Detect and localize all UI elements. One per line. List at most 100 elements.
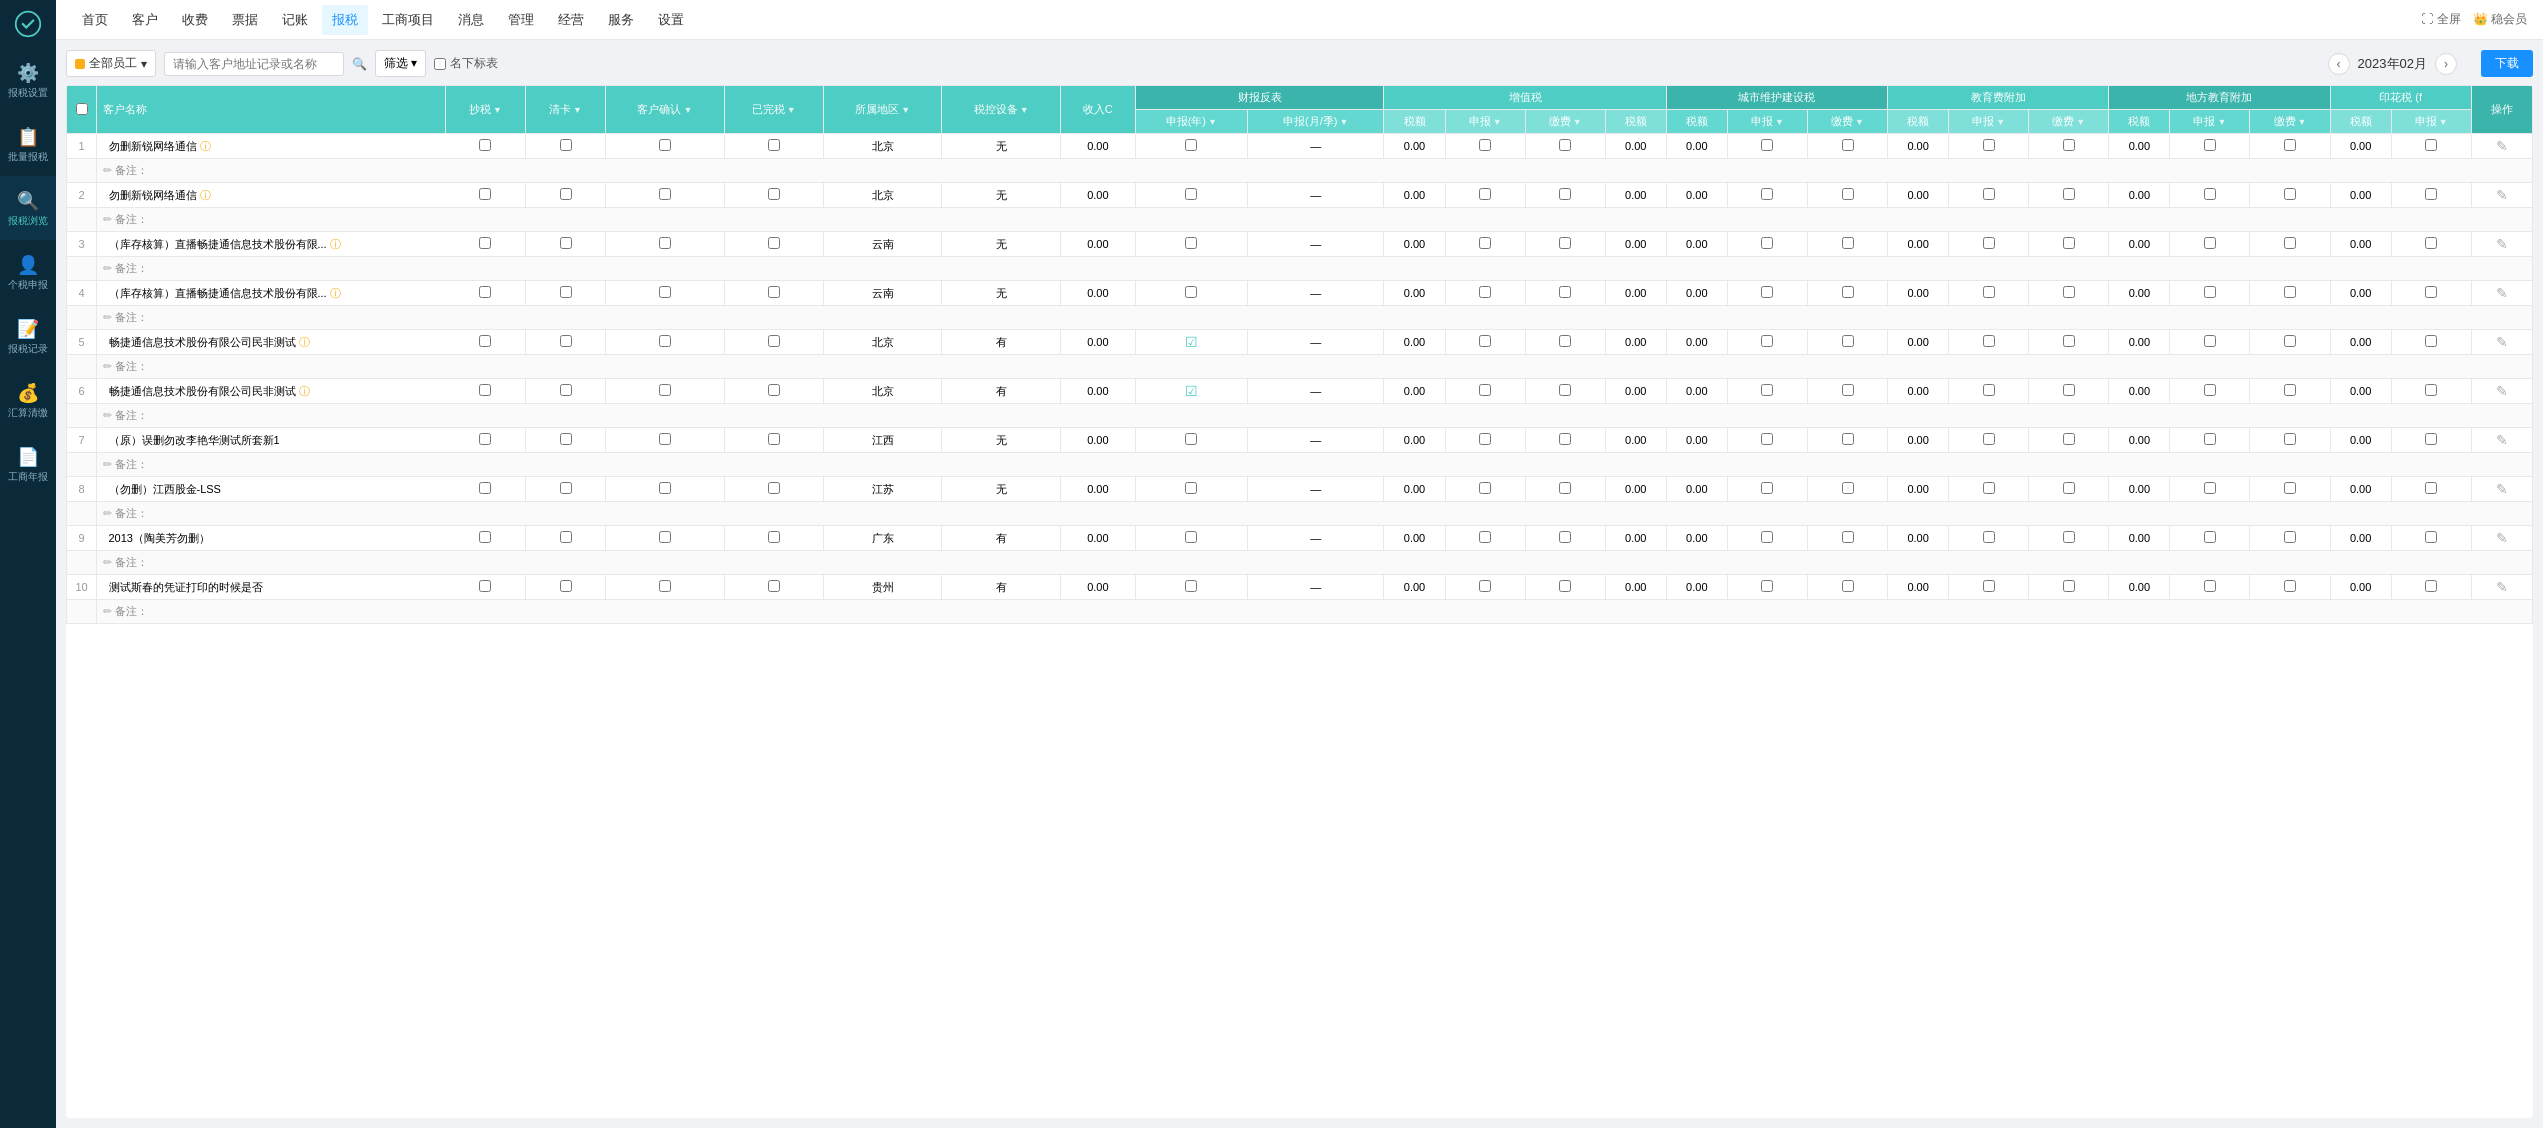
remark-cell[interactable]: ✏ 备注：	[97, 159, 2533, 183]
caibao-year-cell[interactable]	[1135, 575, 1247, 600]
chao-shui-check[interactable]	[479, 433, 491, 445]
chao-shui-check[interactable]	[479, 384, 491, 396]
qing-ka-check[interactable]	[560, 335, 572, 347]
qing-ka-cell[interactable]	[526, 232, 606, 257]
th-zz-pay[interactable]: 缴费▼	[1525, 110, 1605, 134]
qing-ka-check[interactable]	[560, 286, 572, 298]
df-report-cell[interactable]	[2170, 134, 2250, 159]
jy-pay-check[interactable]	[2063, 384, 2075, 396]
edit-cell[interactable]: ✎	[2471, 281, 2532, 306]
cj-report-cell[interactable]	[1727, 232, 1807, 257]
remark-cell[interactable]: ✏ 备注：	[97, 453, 2533, 477]
zz-report-check[interactable]	[1479, 384, 1491, 396]
jy-report-cell[interactable]	[1949, 379, 2029, 404]
zz-pay-cell[interactable]	[1525, 379, 1605, 404]
chao-shui-cell[interactable]	[445, 428, 525, 453]
qing-ka-check[interactable]	[560, 482, 572, 494]
remark-pencil[interactable]: ✏	[103, 458, 112, 470]
zz-pay-check[interactable]	[1559, 286, 1571, 298]
caibao-year-cell[interactable]	[1135, 477, 1247, 502]
confirm-check[interactable]	[659, 384, 671, 396]
cj-pay-check[interactable]	[1842, 433, 1854, 445]
remark-cell[interactable]: ✏ 备注：	[97, 502, 2533, 526]
edit-cell[interactable]: ✎	[2471, 526, 2532, 551]
name-tag-checkbox[interactable]: 名下标表	[434, 55, 498, 72]
qing-ka-check[interactable]	[560, 580, 572, 592]
zz-pay-check[interactable]	[1559, 531, 1571, 543]
jy-pay-check[interactable]	[2063, 188, 2075, 200]
th-caibao-year[interactable]: 申报(年)▼	[1135, 110, 1247, 134]
cj-report-cell[interactable]	[1727, 526, 1807, 551]
confirm-check[interactable]	[659, 433, 671, 445]
yh-report-check[interactable]	[2425, 433, 2437, 445]
caibao-year-cell[interactable]	[1135, 281, 1247, 306]
zz-pay-check[interactable]	[1559, 139, 1571, 151]
warning-icon[interactable]: ⓘ	[200, 140, 211, 152]
paid-cell[interactable]	[724, 477, 823, 502]
th-income[interactable]: 收入C	[1060, 86, 1135, 134]
remark-pencil[interactable]: ✏	[103, 262, 112, 274]
df-pay-check[interactable]	[2284, 286, 2296, 298]
df-report-check[interactable]	[2204, 188, 2216, 200]
confirm-check[interactable]	[659, 531, 671, 543]
cj-report-cell[interactable]	[1727, 379, 1807, 404]
zz-report-cell[interactable]	[1445, 183, 1525, 208]
edit-icon[interactable]: ✎	[2496, 579, 2508, 595]
df-report-check[interactable]	[2204, 139, 2216, 151]
df-report-cell[interactable]	[2170, 232, 2250, 257]
jy-pay-cell[interactable]	[2029, 477, 2109, 502]
prev-month-btn[interactable]: ‹	[2328, 53, 2350, 75]
qing-ka-cell[interactable]	[526, 134, 606, 159]
yh-report-check[interactable]	[2425, 237, 2437, 249]
cj-pay-cell[interactable]	[1807, 428, 1887, 453]
zz-report-check[interactable]	[1479, 237, 1491, 249]
cj-report-cell[interactable]	[1727, 183, 1807, 208]
paid-check[interactable]	[768, 433, 780, 445]
th-chao-shui[interactable]: 抄税▼	[445, 86, 525, 134]
yh-report-cell[interactable]	[2391, 183, 2471, 208]
jy-pay-cell[interactable]	[2029, 526, 2109, 551]
remark-pencil[interactable]: ✏	[103, 164, 112, 176]
th-df-report[interactable]: 申报▼	[2170, 110, 2250, 134]
confirm-check[interactable]	[659, 188, 671, 200]
caibao-year-cell[interactable]	[1135, 428, 1247, 453]
jy-pay-check[interactable]	[2063, 286, 2075, 298]
jy-report-check[interactable]	[1983, 286, 1995, 298]
remark-pencil[interactable]: ✏	[103, 507, 112, 519]
confirm-cell[interactable]	[606, 134, 724, 159]
jy-report-cell[interactable]	[1949, 428, 2029, 453]
chao-shui-cell[interactable]	[445, 281, 525, 306]
th-qing-ka[interactable]: 清卡▼	[526, 86, 606, 134]
confirm-cell[interactable]	[606, 330, 724, 355]
cj-pay-cell[interactable]	[1807, 183, 1887, 208]
nav-service[interactable]: 服务	[598, 5, 644, 35]
warning-icon[interactable]: ⓘ	[299, 336, 310, 348]
paid-cell[interactable]	[724, 134, 823, 159]
search-input[interactable]	[164, 52, 344, 76]
df-report-cell[interactable]	[2170, 330, 2250, 355]
chao-shui-check[interactable]	[479, 139, 491, 151]
edit-icon[interactable]: ✎	[2496, 138, 2508, 154]
caibao-year-check[interactable]	[1185, 286, 1197, 298]
sidebar-item-batch-tax[interactable]: 📋 批量报税	[0, 112, 56, 176]
zz-report-cell[interactable]	[1445, 134, 1525, 159]
zz-pay-check[interactable]	[1559, 482, 1571, 494]
jy-report-cell[interactable]	[1949, 183, 2029, 208]
edit-cell[interactable]: ✎	[2471, 183, 2532, 208]
chao-shui-check[interactable]	[479, 482, 491, 494]
th-cj-report[interactable]: 申报▼	[1727, 110, 1807, 134]
jy-report-check[interactable]	[1983, 531, 1995, 543]
vip-btn[interactable]: 👑 稳会员	[2473, 11, 2527, 28]
edit-cell[interactable]: ✎	[2471, 575, 2532, 600]
df-pay-check[interactable]	[2284, 188, 2296, 200]
edit-icon[interactable]: ✎	[2496, 432, 2508, 448]
remark-pencil[interactable]: ✏	[103, 213, 112, 225]
cj-report-cell[interactable]	[1727, 477, 1807, 502]
yh-report-cell[interactable]	[2391, 281, 2471, 306]
jy-pay-cell[interactable]	[2029, 330, 2109, 355]
search-icon[interactable]: 🔍	[352, 57, 367, 71]
chao-shui-cell[interactable]	[445, 575, 525, 600]
cj-report-check[interactable]	[1761, 384, 1773, 396]
cj-report-check[interactable]	[1761, 433, 1773, 445]
df-report-check[interactable]	[2204, 580, 2216, 592]
